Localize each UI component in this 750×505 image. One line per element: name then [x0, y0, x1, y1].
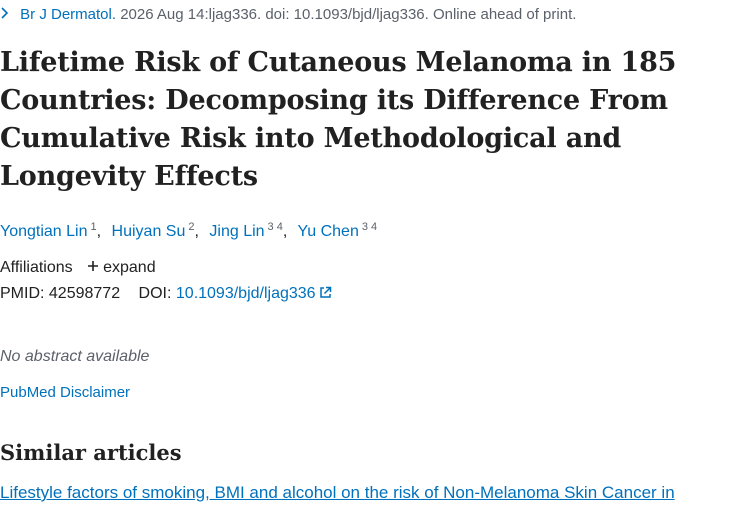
- author-affiliation-refs[interactable]: 3 4: [362, 221, 377, 233]
- article-identifiers: PMID: 42598772 DOI: 10.1093/bjd/ljag336: [0, 283, 332, 306]
- citation-details: 2026 Aug 14:ljag336. doi: 10.1093/bjd/lj…: [120, 6, 577, 23]
- plus-icon: [87, 255, 99, 277]
- doi-label: DOI:: [138, 285, 172, 302]
- article-citation: Br J Dermatol. 2026 Aug 14:ljag336. doi:…: [0, 4, 576, 26]
- pmid-label: PMID:: [0, 285, 45, 302]
- expand-label: expand: [103, 259, 156, 276]
- author-link[interactable]: Huiyan Su: [112, 223, 186, 240]
- pmid-value: 42598772: [48, 285, 121, 302]
- authors-list: Yongtian Lin 1, Huiyan Su 2, Jing Lin 3 4, …: [0, 221, 378, 240]
- no-abstract-notice: No abstract available: [0, 348, 150, 365]
- article-title: Lifetime Risk of Cutaneous Melanoma in 1…: [0, 47, 677, 192]
- pubmed-disclaimer-link[interactable]: PubMed Disclaimer: [0, 382, 130, 404]
- author-link[interactable]: Jing Lin: [209, 223, 264, 240]
- affiliations-label: Affiliations: [0, 259, 73, 276]
- affiliations-expand-button[interactable]: expand: [87, 259, 156, 276]
- external-link-icon[interactable]: [319, 284, 332, 306]
- doi-link[interactable]: 10.1093/bjd/ljag336: [176, 285, 316, 302]
- author-link[interactable]: Yongtian Lin: [0, 223, 88, 240]
- author-affiliation-refs[interactable]: 3 4: [268, 221, 283, 233]
- similar-articles-heading: Similar articles: [0, 440, 182, 465]
- chevron-right-icon[interactable]: [0, 4, 16, 26]
- similar-article-link[interactable]: Lifestyle factors of smoking, BMI and al…: [0, 481, 675, 505]
- author-link[interactable]: Yu Chen: [297, 223, 358, 240]
- affiliations-row: Affiliations expand: [0, 255, 156, 279]
- author-affiliation-refs[interactable]: 1: [91, 221, 97, 233]
- journal-link[interactable]: Br J Dermatol.: [20, 6, 116, 23]
